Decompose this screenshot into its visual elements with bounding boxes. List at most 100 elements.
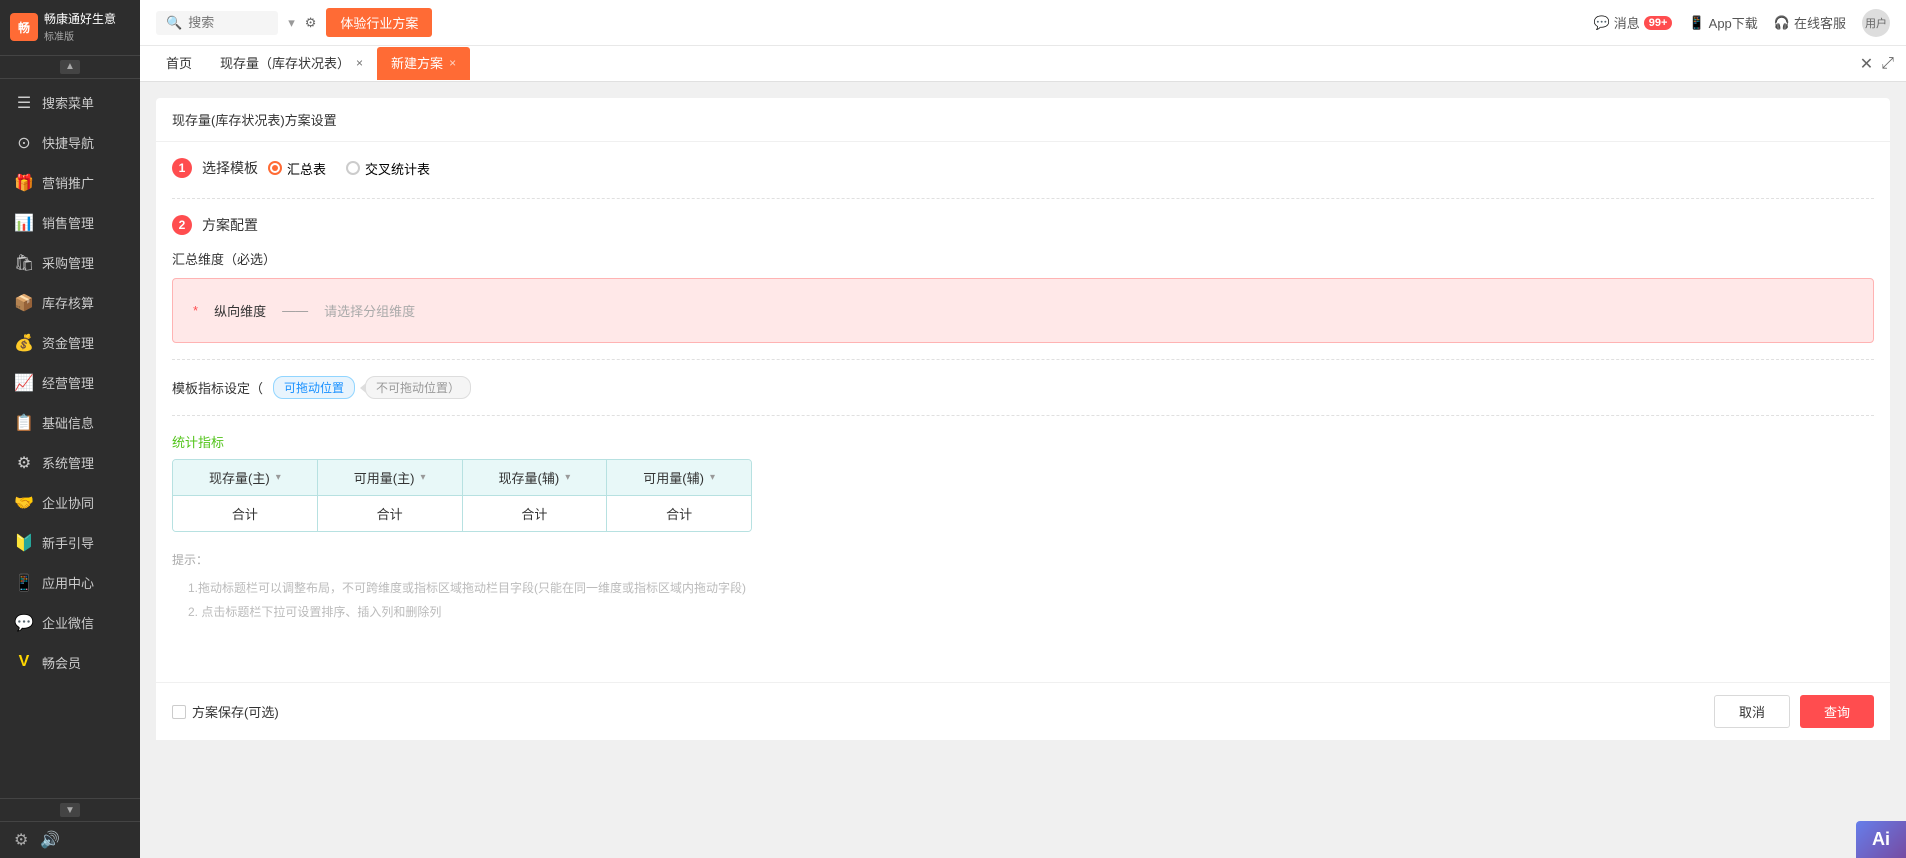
sidebar-item-appcenter[interactable]: 📱 应用中心: [0, 563, 140, 603]
footer-audio-icon[interactable]: 🔊: [40, 830, 60, 850]
sidebar-item-system[interactable]: ⚙ 系统管理: [0, 443, 140, 483]
query-button[interactable]: 查询: [1800, 695, 1874, 728]
movable-tag: 可拖动位置: [273, 376, 355, 399]
sidebar-scroll-up[interactable]: ▲: [60, 60, 80, 74]
stats-label: 统计指标: [172, 432, 1874, 451]
ai-badge[interactable]: Ai: [1856, 821, 1906, 858]
step2-header: 2 方案配置: [172, 215, 1874, 235]
sidebar-item-wechat[interactable]: 💬 企业微信: [0, 603, 140, 643]
search-input[interactable]: [188, 15, 268, 30]
panel-title: 现存量(库存状况表)方案设置: [156, 98, 1890, 142]
divider3: [172, 415, 1874, 416]
quicknav-icon: ⊙: [14, 133, 34, 153]
unmovable-tag: 不可拖动位置）: [365, 376, 471, 399]
col3-dropdown[interactable]: ▾: [565, 472, 570, 483]
trial-industry-btn[interactable]: 体验行业方案: [326, 8, 432, 37]
user-name: 用户: [1865, 15, 1887, 31]
tab-home-label: 首页: [166, 53, 192, 72]
sidebar-item-inventory[interactable]: 📦 库存核算: [0, 283, 140, 323]
headset-icon: 🎧: [1774, 15, 1790, 31]
panel-footer: 方案保存(可选) 取消 查询: [156, 682, 1890, 740]
sidebar-label-basic: 基础信息: [42, 413, 94, 432]
stats-col-2[interactable]: 可用量(主) ▾: [318, 460, 463, 495]
stats-header-row: 现存量(主) ▾ 可用量(主) ▾ 现存量(辅) ▾: [173, 460, 751, 495]
col2-dropdown[interactable]: ▾: [420, 472, 425, 483]
sidebar-item-finance[interactable]: 💰 资金管理: [0, 323, 140, 363]
message-badge: 99+: [1644, 16, 1673, 30]
stats-col-3[interactable]: 现存量(辅) ▾: [463, 460, 608, 495]
tab-new-plan[interactable]: 新建方案 ×: [377, 47, 470, 80]
footer-settings-icon[interactable]: ⚙: [14, 830, 28, 850]
radio-cross[interactable]: 交叉统计表: [346, 159, 430, 178]
sidebar-item-operations[interactable]: 📈 经营管理: [0, 363, 140, 403]
tab-home[interactable]: 首页: [152, 47, 206, 80]
app-download-btn[interactable]: 📱 App下载: [1688, 13, 1757, 32]
sidebar-label-sales: 销售管理: [42, 213, 94, 232]
stats-section: 统计指标 现存量(主) ▾ 可用量(主) ▾: [172, 432, 1874, 532]
topbar-settings-icon[interactable]: ⚙: [305, 15, 317, 31]
radio-cross-label: 交叉统计表: [365, 159, 430, 178]
purchase-icon: 🛍: [14, 253, 34, 273]
logo-icon: 畅: [10, 13, 38, 41]
sidebar-item-search[interactable]: ☰ 搜索菜单: [0, 83, 140, 123]
sidebar-item-membership[interactable]: V 畅会员: [0, 643, 140, 682]
sidebar-label-inventory: 库存核算: [42, 293, 94, 312]
tab-inventory-label: 现存量（库存状况表）: [220, 53, 350, 72]
sidebar-item-enterprise[interactable]: 🤝 企业协同: [0, 483, 140, 523]
tab-newplan-close[interactable]: ×: [449, 56, 456, 70]
tab-inventory-close[interactable]: ×: [356, 56, 363, 70]
template-radio-group: 汇总表 交叉统计表: [268, 159, 430, 178]
sidebar-item-marketing[interactable]: 🎁 营销推广: [0, 163, 140, 203]
sidebar-label-enterprise: 企业协同: [42, 493, 94, 512]
col1-dropdown[interactable]: ▾: [276, 472, 281, 483]
sidebar-item-sales[interactable]: 📊 销售管理: [0, 203, 140, 243]
sidebar-scroll-down[interactable]: ▼: [60, 803, 80, 817]
radio-summary[interactable]: 汇总表: [268, 159, 326, 178]
step1-title: 选择模板: [202, 158, 258, 178]
user-avatar[interactable]: 用户: [1862, 9, 1890, 37]
sidebar-item-newguide[interactable]: 🔰 新手引导: [0, 523, 140, 563]
online-service-btn[interactable]: 🎧 在线客服: [1774, 13, 1846, 32]
settings-panel: 现存量(库存状况表)方案设置 1 选择模板 汇总表: [156, 98, 1890, 740]
stats-col-1[interactable]: 现存量(主) ▾: [173, 460, 318, 495]
stats-col-1-label: 现存量(主): [209, 468, 270, 487]
template-indicator: 模板指标设定（ 可拖动位置 不可拖动位置）: [172, 376, 1874, 399]
radio-summary-circle: [268, 161, 282, 175]
stats-body-row: 合计 合计 合计 合计: [173, 495, 751, 531]
sidebar-footer: ⚙ 🔊: [0, 821, 140, 858]
summary-dim-label: 汇总维度（必选）: [172, 249, 1874, 268]
sidebar: 畅 畅康通好生意 标准版 ▲ ☰ 搜索菜单 ⊙ 快捷导航 🎁 营销推广 📊 销售…: [0, 0, 140, 858]
save-checkbox[interactable]: [172, 705, 186, 719]
step1-section: 1 选择模板 汇总表 交叉统计表: [172, 158, 1874, 178]
sidebar-label-wechat: 企业微信: [42, 613, 94, 632]
content-area: 现存量(库存状况表)方案设置 1 选择模板 汇总表: [140, 82, 1906, 858]
stats-table: 现存量(主) ▾ 可用量(主) ▾ 现存量(辅) ▾: [172, 459, 752, 532]
sidebar-label-system: 系统管理: [42, 453, 94, 472]
stats-cell-2: 合计: [318, 496, 463, 531]
appcenter-icon: 📱: [14, 573, 34, 593]
save-option[interactable]: 方案保存(可选): [172, 702, 279, 721]
basic-icon: 📋: [14, 413, 34, 433]
sidebar-label-quicknav: 快捷导航: [42, 133, 94, 152]
topbar-right: 💬 消息 99+ 📱 App下载 🎧 在线客服 用户: [1594, 9, 1890, 37]
sidebar-item-basic[interactable]: 📋 基础信息: [0, 403, 140, 443]
wechat-icon: 💬: [14, 613, 34, 633]
dimension-box[interactable]: * 纵向维度 —— 请选择分组维度: [172, 278, 1874, 343]
messages-btn[interactable]: 💬 消息 99+: [1594, 13, 1673, 32]
stats-col-4[interactable]: 可用量(辅) ▾: [607, 460, 751, 495]
tab-inventory-status[interactable]: 现存量（库存状况表） ×: [206, 47, 377, 80]
cancel-button[interactable]: 取消: [1714, 695, 1790, 728]
col4-dropdown[interactable]: ▾: [710, 472, 715, 483]
step2-badge: 2: [172, 215, 192, 235]
sidebar-item-purchase[interactable]: 🛍 采购管理: [0, 243, 140, 283]
tab-close-btn[interactable]: ✕: [1860, 54, 1873, 74]
sidebar-item-quicknav[interactable]: ⊙ 快捷导航: [0, 123, 140, 163]
topbar-search-box[interactable]: 🔍: [156, 11, 278, 35]
tab-expand-btn[interactable]: ⤢: [1881, 54, 1894, 74]
tab-newplan-label: 新建方案: [391, 53, 443, 72]
tip-header: 提示：: [172, 548, 1874, 572]
membership-icon: V: [14, 653, 34, 671]
sidebar-label-purchase: 采购管理: [42, 253, 94, 272]
topbar-dropdown-icon[interactable]: ▾: [288, 15, 295, 31]
dim-dash: ——: [282, 303, 308, 318]
